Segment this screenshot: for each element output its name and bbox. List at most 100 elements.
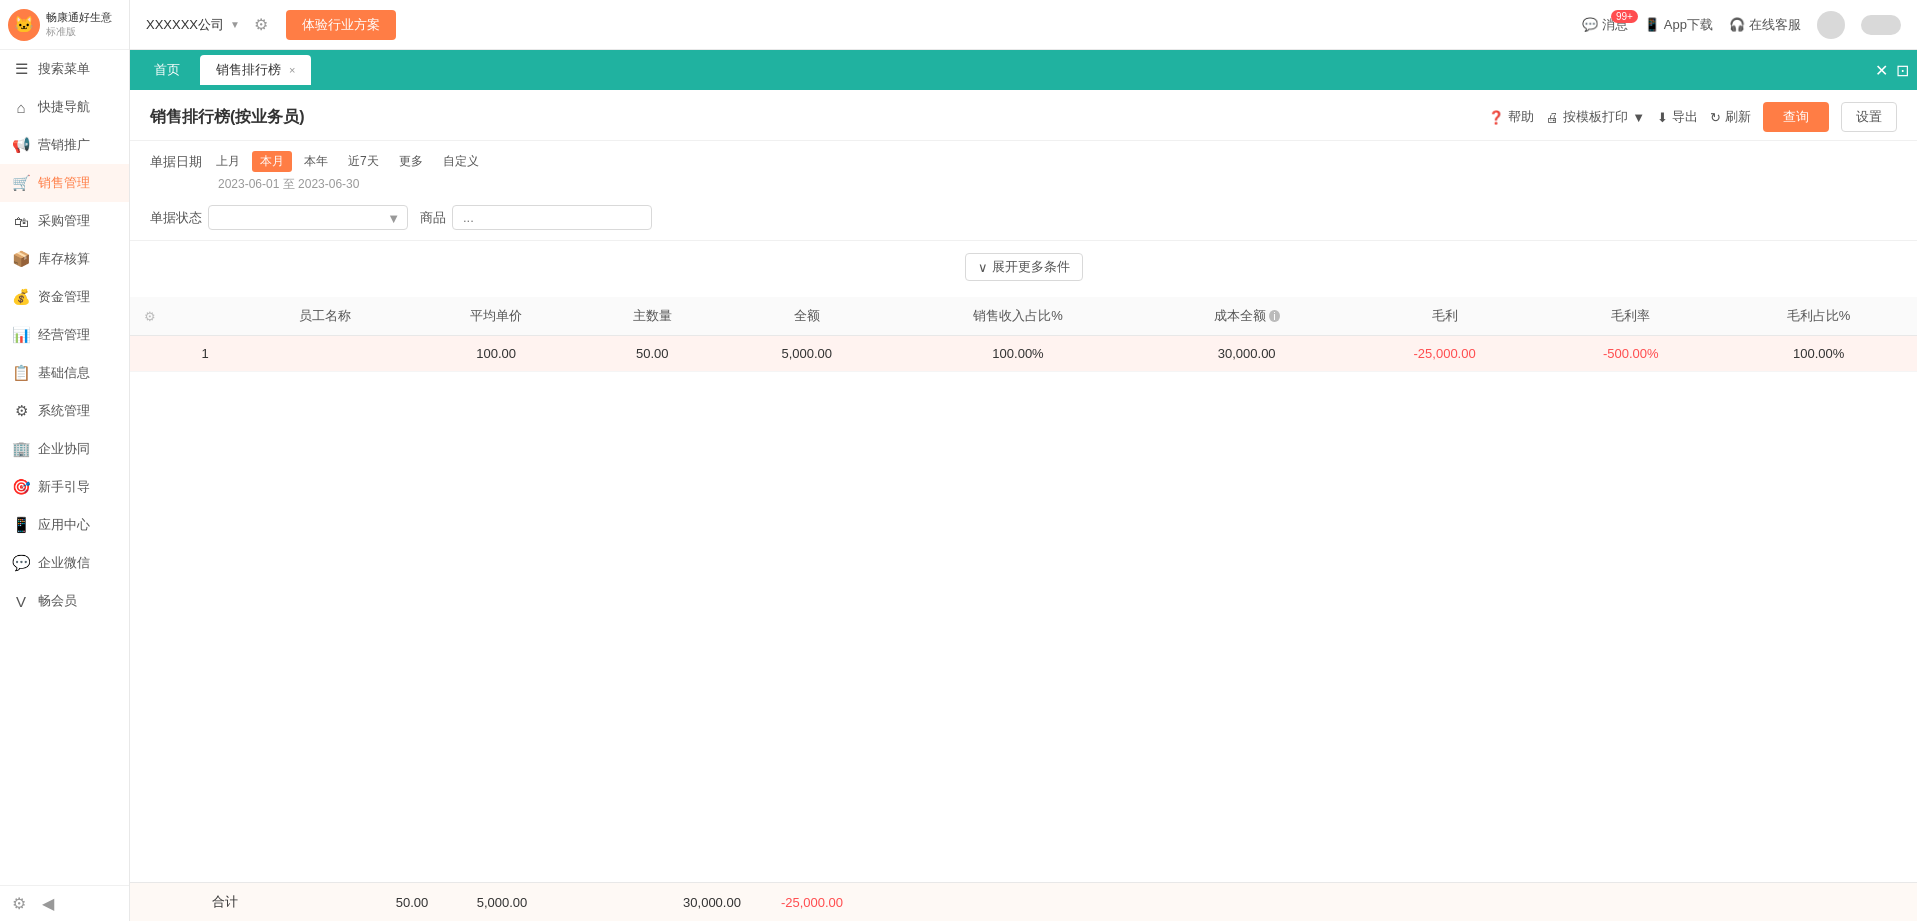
sidebar-item-marketing[interactable]: 📢 营销推广 (0, 126, 129, 164)
trial-button[interactable]: 体验行业方案 (286, 10, 396, 40)
sidebar-collapse-icon[interactable]: ◀ (42, 894, 54, 913)
sidebar-label-quick-nav: 快捷导航 (38, 98, 90, 116)
cell-settings (130, 336, 170, 372)
sidebar-icon-sales: 🛒 (12, 174, 30, 192)
goods-filter: 商品 (420, 205, 652, 230)
date-filter-label: 单据日期 (150, 153, 202, 171)
sidebar-label-system: 系统管理 (38, 402, 90, 420)
online-service-item[interactable]: 🎧 在线客服 (1729, 16, 1801, 34)
sidebar-label-member: 畅会员 (38, 592, 77, 610)
table-head: ⚙ 员工名称 平均单价 主数量 全额 销售收入占比% 成本全额 i 毛利 毛利率… (130, 297, 1917, 336)
company-selector[interactable]: XXXXXX公司 ▼ (146, 16, 240, 34)
sidebar-item-quick-nav[interactable]: ⌂ 快捷导航 (0, 88, 129, 126)
sidebar-item-search-order[interactable]: ☰ 搜索菜单 (0, 50, 129, 88)
refresh-button[interactable]: ↻ 刷新 (1710, 108, 1751, 126)
app-download-icon: 📱 (1644, 17, 1660, 32)
sidebar-item-wechat[interactable]: 💬 企业微信 (0, 544, 129, 582)
message-item[interactable]: 💬 消息 99+ (1582, 16, 1628, 34)
online-service-label: 在线客服 (1749, 16, 1801, 34)
col-cost: 成本全额 i (1146, 297, 1348, 336)
sidebar-item-system[interactable]: ⚙ 系统管理 (0, 392, 129, 430)
sidebar-bottom: ⚙ ◀ (0, 885, 129, 921)
sidebar-label-enterprise: 企业协同 (38, 440, 90, 458)
app-version: 标准版 (46, 25, 112, 39)
footer-label: 合计 (212, 893, 292, 911)
expand-more-btn[interactable]: ∨ 展开更多条件 (965, 253, 1083, 281)
topbar-settings-icon[interactable]: ⚙ (254, 15, 268, 34)
sidebar-item-app-center[interactable]: 📱 应用中心 (0, 506, 129, 544)
sidebar-label-inventory: 库存核算 (38, 250, 90, 268)
table-body: 1 100.00 50.00 5,000.00 100.00% 30,000.0… (130, 336, 1917, 372)
sidebar: 🐱 畅康通好生意 标准版 ☰ 搜索菜单 ⌂ 快捷导航 📢 营销推广 🛒 销售管理… (0, 0, 130, 921)
tab-sales-ranking[interactable]: 销售排行榜 × (200, 55, 311, 85)
table-footer: 合计 50.00 5,000.00 30,000.00 -25,000.00 (130, 882, 1917, 921)
export-icon: ⬇ (1657, 110, 1668, 125)
sidebar-nav: ☰ 搜索菜单 ⌂ 快捷导航 📢 营销推广 🛒 销售管理 🛍 采购管理 📦 库存核… (0, 50, 129, 885)
expand-icon: ∨ (978, 260, 988, 275)
sidebar-item-member[interactable]: V 畅会员 (0, 582, 129, 620)
date-opt-more[interactable]: 更多 (391, 151, 431, 172)
filter-bar: 单据日期 上月 本月 本年 近7天 更多 自定义 2023-06-01 至 20… (130, 141, 1917, 241)
sidebar-item-operations[interactable]: 📊 经营管理 (0, 316, 129, 354)
cell-avg-price: 100.00 (411, 336, 582, 372)
sidebar-label-sales: 销售管理 (38, 174, 90, 192)
status-select[interactable] (208, 205, 408, 230)
col-settings[interactable]: ⚙ (130, 297, 170, 336)
date-opt-custom[interactable]: 自定义 (435, 151, 487, 172)
status-filter: 单据状态 ▼ (150, 205, 408, 230)
date-opt-7days[interactable]: 近7天 (340, 151, 387, 172)
date-opt-last-month[interactable]: 上月 (208, 151, 248, 172)
help-button[interactable]: ❓ 帮助 (1488, 108, 1534, 126)
date-range-display-row: 2023-06-01 至 2023-06-30 (150, 176, 1897, 193)
col-quantity: 主数量 (581, 297, 722, 336)
settings-button[interactable]: 设置 (1841, 102, 1897, 132)
sidebar-label-guide: 新手引导 (38, 478, 90, 496)
sidebar-item-enterprise[interactable]: 🏢 企业协同 (0, 430, 129, 468)
status-select-wrapper: ▼ (208, 205, 408, 230)
table-wrapper: ⚙ 员工名称 平均单价 主数量 全额 销售收入占比% 成本全额 i 毛利 毛利率… (130, 297, 1917, 882)
sidebar-icon-quick-nav: ⌂ (12, 99, 30, 116)
inner-content: 销售排行榜(按业务员) ❓ 帮助 🖨 按模板打印 ▼ ⬇ 导出 (130, 90, 1917, 921)
export-button[interactable]: ⬇ 导出 (1657, 108, 1698, 126)
sidebar-item-inventory[interactable]: 📦 库存核算 (0, 240, 129, 278)
sidebar-icon-operations: 📊 (12, 326, 30, 344)
sidebar-item-purchase[interactable]: 🛍 采购管理 (0, 202, 129, 240)
company-dropdown-icon: ▼ (230, 19, 240, 30)
sidebar-item-basic-info[interactable]: 📋 基础信息 (0, 354, 129, 392)
sidebar-icon-wechat: 💬 (12, 554, 30, 572)
sidebar-item-finance[interactable]: 💰 资金管理 (0, 278, 129, 316)
sidebar-label-marketing: 营销推广 (38, 136, 90, 154)
date-filter: 单据日期 上月 本月 本年 近7天 更多 自定义 (150, 151, 487, 172)
tab-home[interactable]: 首页 (138, 53, 196, 87)
page-actions: ❓ 帮助 🖨 按模板打印 ▼ ⬇ 导出 ↻ 刷新 (1488, 102, 1897, 132)
date-opt-this-month[interactable]: 本月 (252, 151, 292, 172)
tabbar: 首页 销售排行榜 × ✕ ⊡ (130, 50, 1917, 90)
date-opt-this-year[interactable]: 本年 (296, 151, 336, 172)
sidebar-item-guide[interactable]: 🎯 新手引导 (0, 468, 129, 506)
app-download-item[interactable]: 📱 App下载 (1644, 16, 1713, 34)
cell-gross: -25,000.00 (1348, 336, 1542, 372)
print-button[interactable]: 🖨 按模板打印 ▼ (1546, 108, 1645, 126)
cell-amount: 5,000.00 (723, 336, 891, 372)
tabbar-close-icon[interactable]: ✕ (1875, 61, 1888, 80)
cost-info-icon: i (1269, 310, 1279, 322)
col-avg-price: 平均单价 (411, 297, 582, 336)
tab-close-icon[interactable]: × (289, 64, 295, 76)
footer-quantity: 50.00 (372, 895, 452, 910)
cell-gross-rate: -500.00% (1541, 336, 1720, 372)
tabbar-restore-icon[interactable]: ⊡ (1896, 61, 1909, 80)
sidebar-item-sales[interactable]: 🛒 销售管理 (0, 164, 129, 202)
sidebar-icon-purchase: 🛍 (12, 213, 30, 230)
footer-amount: 5,000.00 (452, 895, 552, 910)
tabbar-right: ✕ ⊡ (1875, 61, 1909, 80)
avatar[interactable] (1817, 11, 1845, 39)
page-header: 销售排行榜(按业务员) ❓ 帮助 🖨 按模板打印 ▼ ⬇ 导出 (130, 90, 1917, 141)
main-area: XXXXXX公司 ▼ ⚙ 体验行业方案 💬 消息 99+ 📱 App下载 🎧 在… (130, 0, 1917, 921)
sidebar-settings-icon[interactable]: ⚙ (12, 894, 26, 913)
goods-input[interactable] (452, 205, 652, 230)
sidebar-icon-inventory: 📦 (12, 250, 30, 268)
cell-name (240, 336, 411, 372)
sidebar-label-basic-info: 基础信息 (38, 364, 90, 382)
query-button[interactable]: 查询 (1763, 102, 1829, 132)
topbar-right: 💬 消息 99+ 📱 App下载 🎧 在线客服 (1582, 11, 1901, 39)
